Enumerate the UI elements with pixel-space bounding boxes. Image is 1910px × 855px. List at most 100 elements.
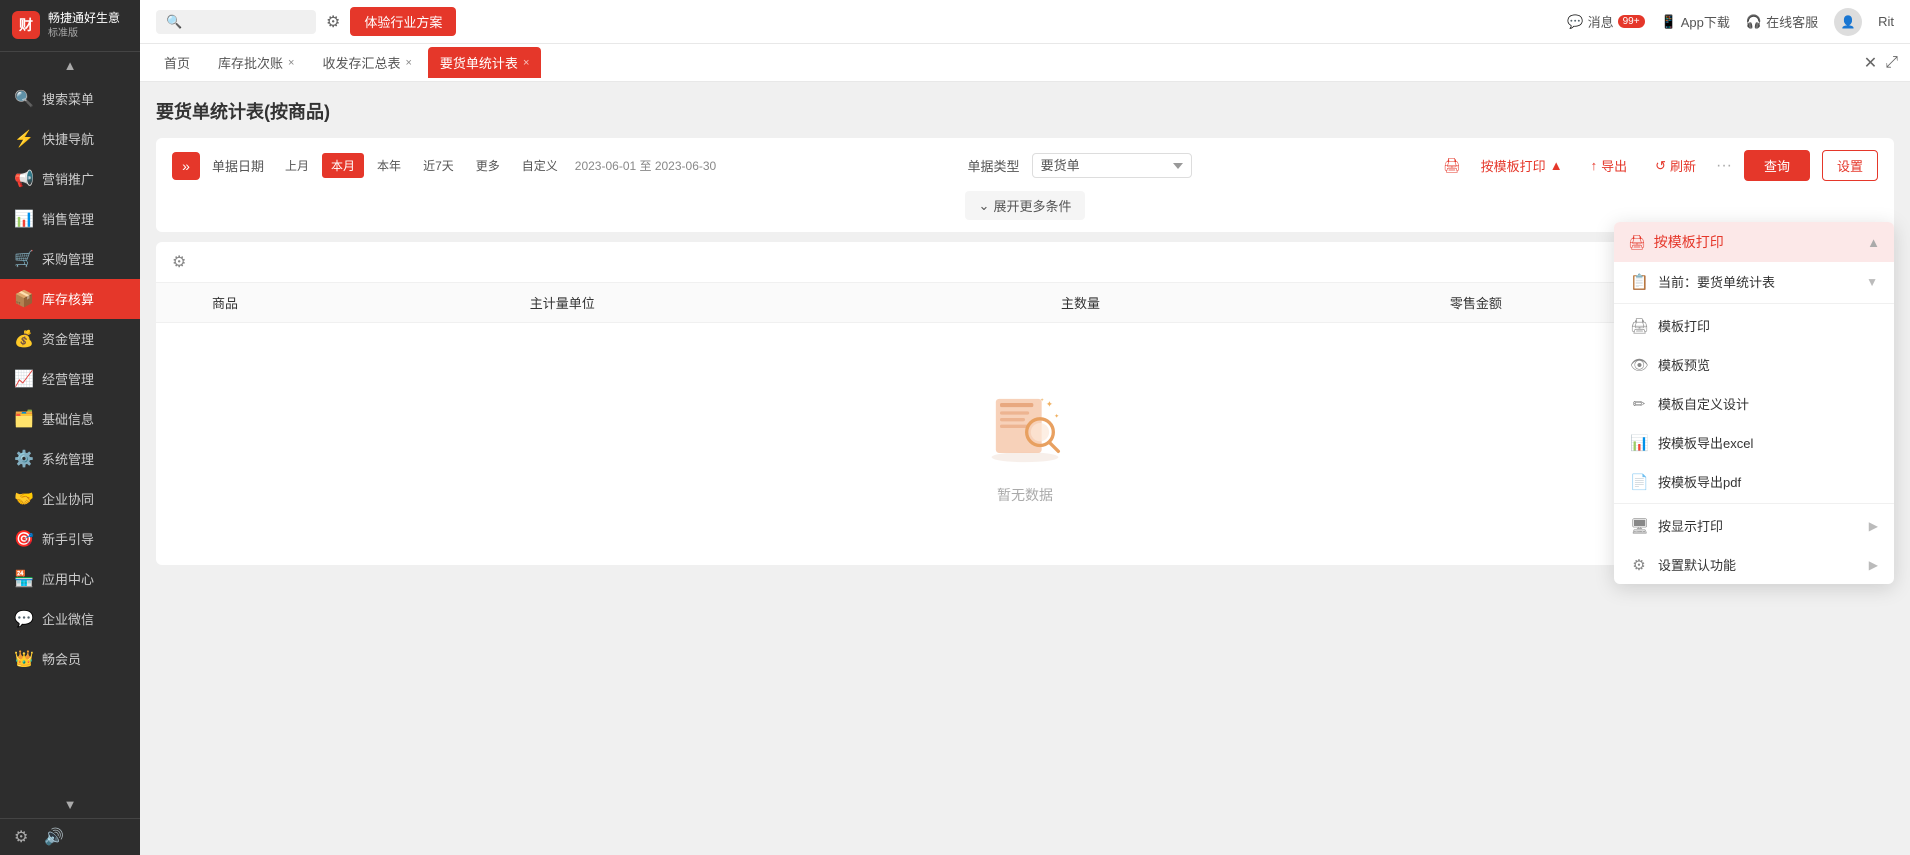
online-service-btn[interactable]: 🎧 在线客服 xyxy=(1746,12,1818,31)
sidebar-item-label: 搜索菜单 xyxy=(42,89,94,108)
tab-order-stats[interactable]: 要货单统计表 × xyxy=(428,47,541,78)
sidebar-item-finance[interactable]: 💰 资金管理 xyxy=(0,319,140,359)
message-btn[interactable]: 💬 消息 99+ xyxy=(1567,12,1644,31)
chevron-up-icon-dropdown: ▲ xyxy=(1867,235,1880,250)
search-icon: 🔍 xyxy=(166,14,182,30)
sidebar-item-label: 基础信息 xyxy=(42,409,94,428)
avatar-icon: 👤 xyxy=(1841,15,1856,29)
tab-close-icon[interactable]: ✕ xyxy=(1864,53,1877,73)
sidebar-scroll-up[interactable]: ▲ xyxy=(0,52,140,79)
sidebar-item-guide[interactable]: 🎯 新手引导 xyxy=(0,519,140,559)
display-print-item[interactable]: 🖥 按显示打印 ▶ xyxy=(1614,506,1894,545)
basic-nav-icon: 🗂️ xyxy=(14,409,34,429)
date-btn-last-month[interactable]: 上月 xyxy=(276,153,318,178)
refresh-label: 刷新 xyxy=(1670,156,1696,175)
system-nav-icon: ⚙️ xyxy=(14,449,34,469)
search-input[interactable] xyxy=(188,14,288,29)
app-download-btn[interactable]: 📱 App下载 xyxy=(1661,12,1730,31)
template-preview-label: 模板预览 xyxy=(1658,355,1710,374)
sidebar-item-label: 营销推广 xyxy=(42,169,94,188)
tab-receipts-summary[interactable]: 收发存汇总表 × xyxy=(310,47,423,78)
print-dropdown-menu: 🖨 按模板打印 ▲ 📋 当前：要货单统计表 ▼ 🖨 模板打印 xyxy=(1614,222,1894,584)
trial-btn[interactable]: 体验行业方案 xyxy=(350,7,456,36)
refresh-btn[interactable]: ↺ 刷新 xyxy=(1647,151,1704,180)
template-print-item[interactable]: 🖨 模板打印 xyxy=(1614,306,1894,345)
query-btn[interactable]: 查询 xyxy=(1744,150,1810,181)
filter-toggle-btn[interactable]: » xyxy=(172,152,200,180)
tab-close-order-stats[interactable]: × xyxy=(523,57,529,69)
date-btn-last-7-days[interactable]: 近7天 xyxy=(414,153,463,178)
inventory-batch-tab-label: 库存批次账 xyxy=(218,53,283,72)
print-template-btn[interactable]: 按模板打印 ▲ xyxy=(1473,151,1571,180)
expand-conditions-btn[interactable]: ⌄ 展开更多条件 xyxy=(965,191,1086,220)
guide-nav-icon: 🎯 xyxy=(14,529,34,549)
excel-icon: 📊 xyxy=(1630,434,1648,452)
tab-close-receipts-summary[interactable]: × xyxy=(405,57,411,69)
topbar-gear-icon[interactable]: ⚙ xyxy=(326,12,340,32)
sidebar-item-collab[interactable]: 🤝 企业协同 xyxy=(0,479,140,519)
user-avatar[interactable]: 👤 xyxy=(1834,8,1862,36)
sidebar-item-inventory[interactable]: 📦 库存核算 xyxy=(0,279,140,319)
date-label: 单据日期 xyxy=(212,156,264,175)
sidebar-item-shortcut[interactable]: ⚡ 快捷导航 xyxy=(0,119,140,159)
table-gear-icon[interactable]: ⚙ xyxy=(172,252,186,272)
template-export-pdf-item[interactable]: 📄 按模板导出pdf xyxy=(1614,462,1894,501)
operations-nav-icon: 📈 xyxy=(14,369,34,389)
app-edition: 标准版 xyxy=(48,27,120,41)
template-print-icon: 🖨 xyxy=(1630,317,1648,335)
date-btn-this-year[interactable]: 本年 xyxy=(368,153,410,178)
page-title: 要货单统计表(按商品) xyxy=(156,98,1894,124)
dropdown-title-area: 🖨 按模板打印 xyxy=(1628,232,1724,252)
template-design-item[interactable]: ✏ 模板自定义设计 xyxy=(1614,384,1894,423)
tab-close-inventory-batch[interactable]: × xyxy=(288,57,294,69)
pdf-icon: 📄 xyxy=(1630,473,1648,491)
sidebar-item-marketing[interactable]: 📢 营销推广 xyxy=(0,159,140,199)
inventory-nav-icon: 📦 xyxy=(14,289,34,309)
current-template-item[interactable]: 📋 当前：要货单统计表 ▼ xyxy=(1614,262,1894,301)
sidebar-item-member[interactable]: 👑 畅会员 xyxy=(0,639,140,679)
export-label: 导出 xyxy=(1601,156,1627,175)
sidebar-item-operations[interactable]: 📈 经营管理 xyxy=(0,359,140,399)
sidebar-item-label: 销售管理 xyxy=(42,209,94,228)
sidebar-item-appstore[interactable]: 🏪 应用中心 xyxy=(0,559,140,599)
date-btn-this-month[interactable]: 本月 xyxy=(322,153,364,178)
tab-inventory-batch[interactable]: 库存批次账 × xyxy=(206,47,306,78)
order-type-select[interactable]: 要货单 xyxy=(1032,153,1192,178)
svg-text:✦: ✦ xyxy=(1046,399,1053,409)
topbar-right: 💬 消息 99+ 📱 App下载 🎧 在线客服 👤 Rit xyxy=(1567,8,1894,36)
tab-home[interactable]: 首页 xyxy=(152,47,202,78)
set-default-item[interactable]: ⚙ 设置默认功能 ▶ xyxy=(1614,545,1894,584)
sidebar-item-label: 库存核算 xyxy=(42,289,94,308)
sidebar-item-system[interactable]: ⚙️ 系统管理 xyxy=(0,439,140,479)
finance-nav-icon: 💰 xyxy=(14,329,34,349)
topbar-search-box[interactable]: 🔍 xyxy=(156,10,316,34)
sidebar-item-label: 快捷导航 xyxy=(42,129,94,148)
sidebar-item-wechat[interactable]: 💬 企业微信 xyxy=(0,599,140,639)
svg-text:✦: ✦ xyxy=(1054,413,1059,420)
tabs-bar: 首页 库存批次账 × 收发存汇总表 × 要货单统计表 × ✕ ⤢ xyxy=(140,44,1910,82)
sidebar-item-search[interactable]: 🔍 搜索菜单 xyxy=(0,79,140,119)
sales-nav-icon: 📊 xyxy=(14,209,34,229)
sidebar-item-purchase[interactable]: 🛒 采购管理 xyxy=(0,239,140,279)
date-btn-custom[interactable]: 自定义 xyxy=(513,153,567,178)
sidebar-item-basic[interactable]: 🗂️ 基础信息 xyxy=(0,399,140,439)
date-btn-more[interactable]: 更多 xyxy=(467,153,509,178)
col-product: 商品 xyxy=(196,283,514,323)
sidebar-item-sales[interactable]: 📊 销售管理 xyxy=(0,199,140,239)
template-export-excel-item[interactable]: 📊 按模板导出excel xyxy=(1614,423,1894,462)
export-icon: ↑ xyxy=(1591,158,1598,173)
set-default-chevron: ▶ xyxy=(1869,558,1878,572)
tab-maximize-icon[interactable]: ⤢ xyxy=(1885,54,1898,72)
sidebar-settings-icon[interactable]: ⚙ xyxy=(14,827,28,847)
sidebar-scroll-down[interactable]: ▼ xyxy=(0,791,140,818)
filter-bar: » 单据日期 上月 本月 本年 近7天 更多 自定义 2023-06-01 至 … xyxy=(156,138,1894,232)
template-preview-item[interactable]: 👁 模板预览 xyxy=(1614,345,1894,384)
sidebar-speaker-icon[interactable]: 🔊 xyxy=(44,827,64,847)
export-btn[interactable]: ↑ 导出 xyxy=(1583,151,1636,180)
settings-btn[interactable]: 设置 xyxy=(1822,150,1878,181)
tabs-actions: ✕ ⤢ xyxy=(1864,53,1898,73)
display-print-chevron: ▶ xyxy=(1869,519,1878,533)
wechat-nav-icon: 💬 xyxy=(14,609,34,629)
print-icon[interactable]: 🖨 xyxy=(1443,157,1461,174)
more-actions-icon[interactable]: ··· xyxy=(1716,157,1732,175)
